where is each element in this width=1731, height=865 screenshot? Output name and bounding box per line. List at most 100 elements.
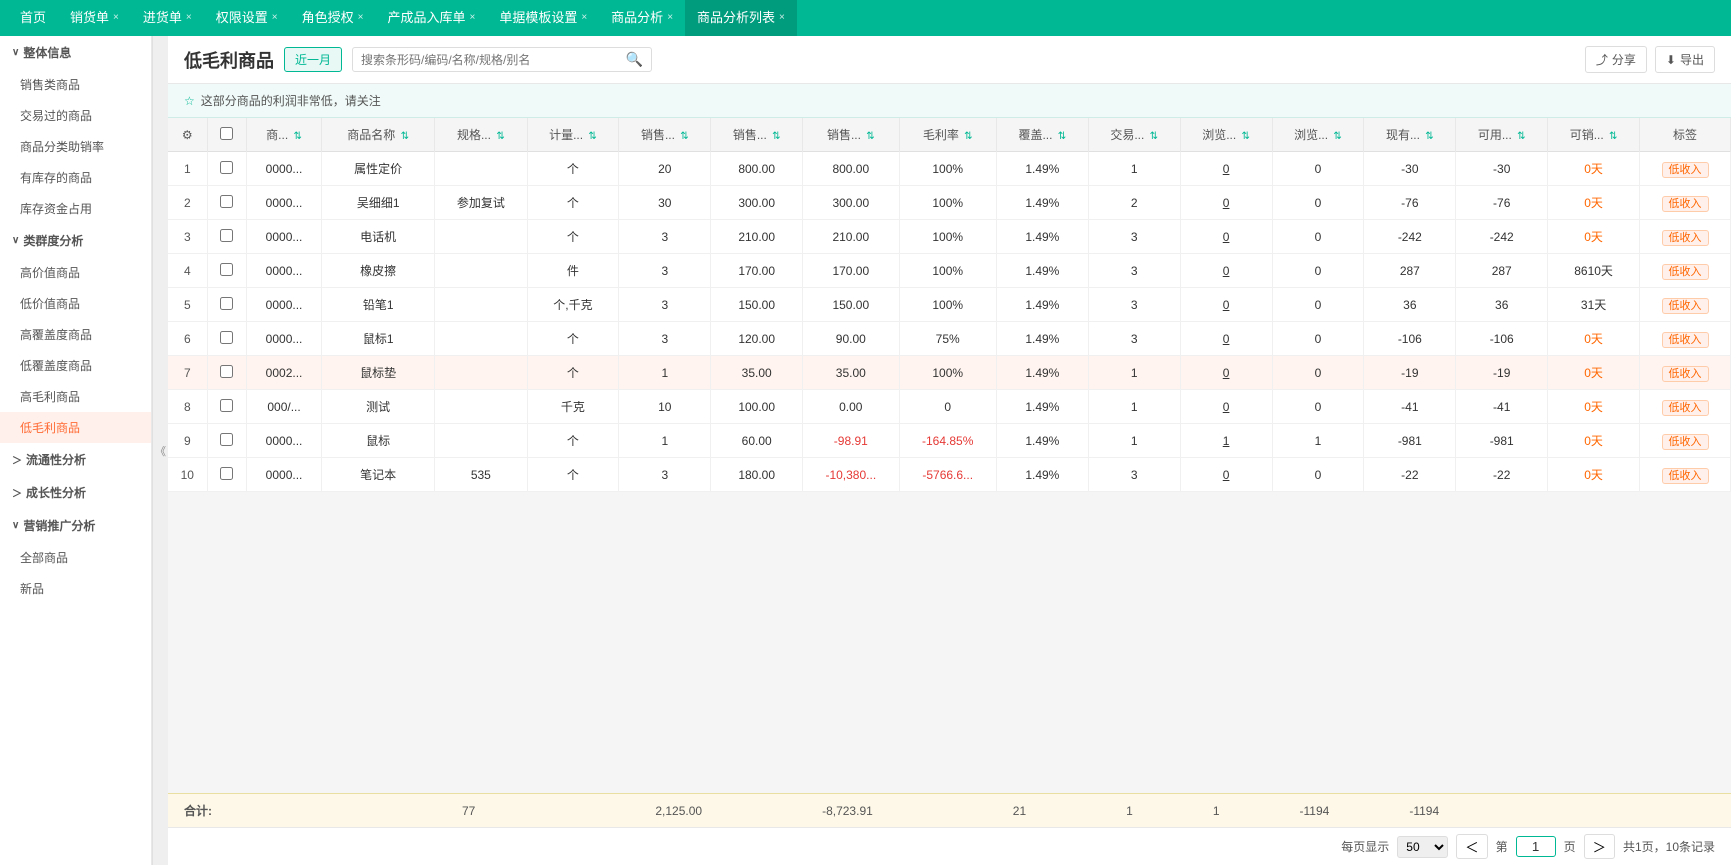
sidebar-collapse-button[interactable]: 《 — [152, 36, 168, 865]
col-sales-profit[interactable]: 销售... ⇅ — [803, 118, 899, 152]
nav-sales-order[interactable]: 销货单 × — [58, 0, 131, 36]
table-row: 8 000/... 测试 千克 10 100.00 0.00 0 1.49% 1… — [168, 390, 1731, 424]
row-coverage: 1.49% — [996, 254, 1088, 288]
col-views2[interactable]: 浏览... ⇅ — [1272, 118, 1364, 152]
prev-page-button[interactable]: ＜ — [1456, 834, 1487, 859]
sidebar-item-all-products[interactable]: 全部商品 — [0, 542, 151, 573]
close-product-inbound[interactable]: × — [469, 0, 475, 36]
search-icon[interactable]: 🔍 — [626, 51, 643, 68]
sidebar-item-inventory-capital[interactable]: 库存资金占用 — [0, 193, 151, 224]
row-sellable-days: 0天 — [1548, 220, 1640, 254]
sidebar-item-new-products[interactable]: 新品 — [0, 573, 151, 604]
row-checkbox-cell[interactable] — [207, 288, 246, 322]
sidebar-item-high-coverage[interactable]: 高覆盖度商品 — [0, 319, 151, 350]
col-transactions[interactable]: 交易... ⇅ — [1088, 118, 1180, 152]
col-name[interactable]: 商品名称 ⇅ — [322, 118, 435, 152]
row-views1[interactable]: 0 — [1180, 152, 1272, 186]
sidebar-group-cluster[interactable]: ∨ 类群度分析 — [0, 224, 151, 257]
row-checkbox-cell[interactable] — [207, 220, 246, 254]
nav-product-inbound[interactable]: 产成品入库单 × — [375, 0, 487, 36]
row-checkbox-cell[interactable] — [207, 322, 246, 356]
row-checkbox[interactable] — [220, 229, 233, 242]
sidebar-item-low-value[interactable]: 低价值商品 — [0, 288, 151, 319]
row-checkbox[interactable] — [220, 467, 233, 480]
nav-template-settings[interactable]: 单据模板设置 × — [487, 0, 599, 36]
col-available-stock[interactable]: 可用... ⇅ — [1456, 118, 1548, 152]
page-number-input[interactable] — [1516, 836, 1556, 857]
close-product-analysis[interactable]: × — [667, 0, 673, 36]
close-sales-order[interactable]: × — [113, 0, 119, 36]
col-coverage[interactable]: 覆盖... ⇅ — [996, 118, 1088, 152]
notice-icon: ☆ — [184, 94, 195, 108]
sidebar-item-sales-products[interactable]: 销售类商品 — [0, 69, 151, 100]
sidebar-item-low-margin[interactable]: 低毛利商品 — [0, 412, 151, 443]
row-checkbox[interactable] — [220, 399, 233, 412]
search-input[interactable] — [361, 53, 626, 67]
row-checkbox[interactable] — [220, 297, 233, 310]
row-views1[interactable]: 0 — [1180, 220, 1272, 254]
page-size-select[interactable]: 50 100 200 — [1397, 836, 1448, 858]
next-page-button[interactable]: ＞ — [1584, 834, 1615, 859]
nav-home[interactable]: 首页 — [8, 0, 58, 36]
row-views1[interactable]: 0 — [1180, 356, 1272, 390]
col-gross-margin[interactable]: 毛利率 ⇅ — [899, 118, 996, 152]
filter-period-button[interactable]: 近一月 — [284, 47, 342, 72]
col-settings[interactable]: ⚙ — [168, 118, 207, 152]
row-views1[interactable]: 0 — [1180, 458, 1272, 492]
row-views1[interactable]: 0 — [1180, 390, 1272, 424]
row-views1[interactable]: 1 — [1180, 424, 1272, 458]
share-button[interactable]: ⤴ 分享 — [1585, 46, 1647, 73]
row-checkbox[interactable] — [220, 433, 233, 446]
sidebar-group-marketing[interactable]: ∨ 营销推广分析 — [0, 509, 151, 542]
col-spec[interactable]: 规格... ⇅ — [435, 118, 527, 152]
export-button[interactable]: ⬇ 导出 — [1655, 46, 1715, 73]
col-current-stock[interactable]: 现有... ⇅ — [1364, 118, 1456, 152]
row-checkbox[interactable] — [220, 161, 233, 174]
nav-product-analysis[interactable]: 商品分析 × — [599, 0, 685, 36]
row-views1[interactable]: 0 — [1180, 186, 1272, 220]
row-checkbox[interactable] — [220, 195, 233, 208]
sidebar-item-stock-products[interactable]: 有库存的商品 — [0, 162, 151, 193]
nav-role-auth[interactable]: 角色授权 × — [290, 0, 376, 36]
row-checkbox-cell[interactable] — [207, 390, 246, 424]
col-sales-amount[interactable]: 销售... ⇅ — [711, 118, 803, 152]
col-sales-count[interactable]: 销售... ⇅ — [619, 118, 711, 152]
nav-permission-settings[interactable]: 权限设置 × — [204, 0, 290, 36]
close-purchase-order[interactable]: × — [186, 0, 192, 36]
row-views1[interactable]: 0 — [1180, 254, 1272, 288]
row-checkbox[interactable] — [220, 331, 233, 344]
close-product-analysis-list[interactable]: × — [779, 0, 785, 36]
sidebar-item-category-rate[interactable]: 商品分类助销率 — [0, 131, 151, 162]
row-checkbox-cell[interactable] — [207, 424, 246, 458]
row-views1[interactable]: 0 — [1180, 322, 1272, 356]
row-checkbox-cell[interactable] — [207, 186, 246, 220]
row-current-stock: 36 — [1364, 288, 1456, 322]
row-checkbox-cell[interactable] — [207, 152, 246, 186]
row-checkbox[interactable] — [220, 365, 233, 378]
sidebar-group-liquidity[interactable]: ＞ 流通性分析 — [0, 443, 151, 476]
close-template-settings[interactable]: × — [581, 0, 587, 36]
sidebar-group-overview[interactable]: ∨ 整体信息 — [0, 36, 151, 69]
select-all-checkbox[interactable] — [220, 127, 233, 140]
sidebar-item-traded-products[interactable]: 交易过的商品 — [0, 100, 151, 131]
sidebar-item-low-coverage[interactable]: 低覆盖度商品 — [0, 350, 151, 381]
sidebar-item-high-margin[interactable]: 高毛利商品 — [0, 381, 151, 412]
col-unit[interactable]: 计量... ⇅ — [527, 118, 619, 152]
sidebar-item-high-value[interactable]: 高价值商品 — [0, 257, 151, 288]
col-sellable-days[interactable]: 可销... ⇅ — [1548, 118, 1640, 152]
col-checkbox[interactable] — [207, 118, 246, 152]
nav-product-analysis-list[interactable]: 商品分析列表 × — [685, 0, 797, 36]
row-views1[interactable]: 0 — [1180, 288, 1272, 322]
col-views1[interactable]: 浏览... ⇅ — [1180, 118, 1272, 152]
row-checkbox-cell[interactable] — [207, 254, 246, 288]
sidebar-group-growth[interactable]: ＞ 成长性分析 — [0, 476, 151, 509]
col-tag[interactable]: 标签 — [1640, 118, 1731, 152]
close-permission-settings[interactable]: × — [272, 0, 278, 36]
row-checkbox-cell[interactable] — [207, 356, 246, 390]
nav-purchase-order[interactable]: 进货单 × — [131, 0, 204, 36]
row-sellable-days: 0天 — [1548, 186, 1640, 220]
close-role-auth[interactable]: × — [358, 0, 364, 36]
col-code[interactable]: 商... ⇅ — [246, 118, 321, 152]
row-checkbox[interactable] — [220, 263, 233, 276]
row-checkbox-cell[interactable] — [207, 458, 246, 492]
